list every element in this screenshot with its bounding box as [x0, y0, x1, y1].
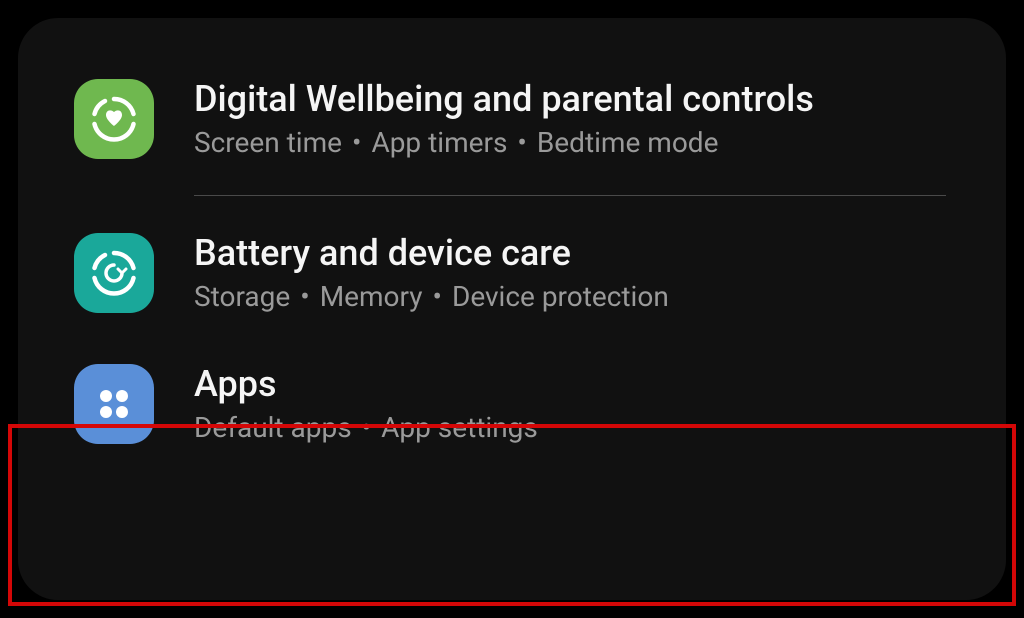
- divider: [194, 195, 946, 196]
- settings-item-subtitle: Screen time•App timers•Bedtime mode: [194, 126, 814, 159]
- settings-item-title: Apps: [194, 363, 538, 405]
- settings-item-battery-device-care[interactable]: Battery and device care Storage•Memory•D…: [18, 212, 1006, 333]
- settings-item-title: Battery and device care: [194, 232, 669, 274]
- wellbeing-icon: [74, 79, 154, 159]
- settings-item-text: Battery and device care Storage•Memory•D…: [194, 232, 669, 313]
- device-care-icon: [74, 233, 154, 313]
- settings-panel: Digital Wellbeing and parental controls …: [18, 18, 1006, 600]
- settings-item-apps[interactable]: Apps Default apps•App settings: [18, 333, 1006, 474]
- settings-item-text: Digital Wellbeing and parental controls …: [194, 78, 814, 159]
- apps-icon: [74, 364, 154, 444]
- settings-item-subtitle: Default apps•App settings: [194, 411, 538, 444]
- settings-item-subtitle: Storage•Memory•Device protection: [194, 280, 669, 313]
- settings-item-digital-wellbeing[interactable]: Digital Wellbeing and parental controls …: [18, 58, 1006, 179]
- settings-item-text: Apps Default apps•App settings: [194, 363, 538, 444]
- settings-item-title: Digital Wellbeing and parental controls: [194, 78, 814, 120]
